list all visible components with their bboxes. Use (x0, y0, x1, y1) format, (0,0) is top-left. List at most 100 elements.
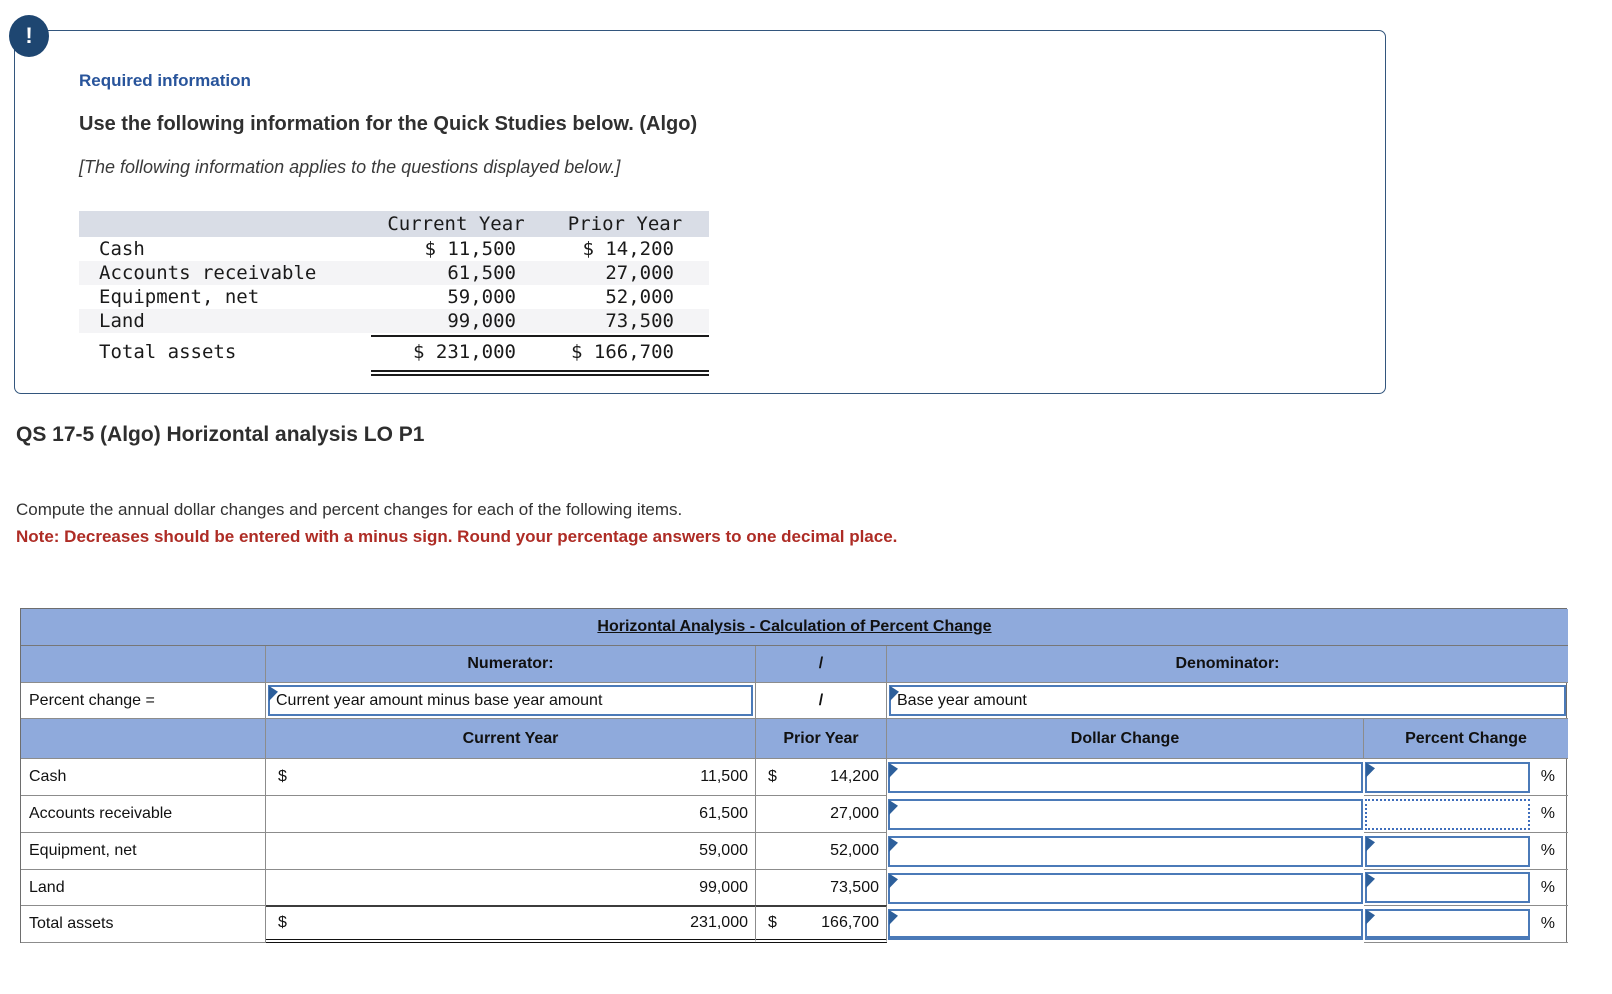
ar-current-value: 61,500 (699, 805, 748, 822)
fin-current-value: 61,500 (447, 262, 516, 284)
equipment-current-value: 59,000 (699, 842, 748, 859)
row-label-cash: Cash (21, 759, 266, 796)
ar-dollar-change-input[interactable] (888, 799, 1363, 830)
ar-prior-value: 27,000 (830, 805, 879, 822)
equipment-percent-change-input[interactable] (1365, 835, 1530, 867)
fin-current-value: $ 231,000 (413, 341, 516, 363)
cash-percent-change-cell: % (1364, 759, 1568, 796)
fin-table-header-row: Current Year Prior Year (79, 211, 709, 237)
equipment-percent-change-cell: % (1364, 833, 1568, 870)
fin-current-value: $ 11,500 (424, 238, 516, 260)
cash-current-cell: $11,500 (266, 759, 756, 796)
cell-marker-icon (1366, 762, 1375, 778)
fin-row-cash: Cash $ 11,500 $ 14,200 (79, 237, 709, 261)
ar-prior-cell: 27,000 (756, 796, 887, 833)
land-percent-change-input[interactable] (1365, 872, 1530, 903)
equipment-current-cell: 59,000 (266, 833, 756, 870)
numerator-header: Numerator: (266, 646, 756, 683)
cell-marker-icon (889, 763, 898, 778)
fin-row-land: Land 99,000 73,500 (79, 309, 709, 333)
equipment-prior-cell: 52,000 (756, 833, 887, 870)
ar-percent-change-input[interactable] (1365, 798, 1530, 830)
equipment-dollar-change-input[interactable] (888, 836, 1363, 867)
cell-marker-icon (889, 837, 898, 852)
fin-header-current-year: Current Year (387, 213, 525, 235)
equipment-prior-value: 52,000 (830, 842, 879, 859)
percent-sign: % (1540, 805, 1555, 822)
cash-dollar-change-cell (887, 759, 1364, 796)
fin-row-label: Cash (99, 238, 145, 260)
cell-marker-icon (889, 800, 898, 815)
total-prior-value: 166,700 (821, 913, 879, 931)
land-percent-change-cell: % (1364, 870, 1568, 906)
cash-dollar-change-input[interactable] (888, 762, 1363, 793)
col-header-prior-year: Prior Year (756, 719, 887, 759)
fin-current-value: 99,000 (447, 310, 516, 332)
required-information-label: Required information (79, 71, 251, 90)
formula-header-empty-cell (21, 646, 266, 683)
cash-current-value: 11,500 (700, 768, 748, 785)
fin-prior-value: 27,000 (605, 262, 674, 284)
cell-marker-icon (1366, 873, 1375, 888)
question-heading: QS 17-5 (Algo) Horizontal analysis LO P1 (16, 423, 425, 446)
total-current-cell: $231,000 (266, 904, 756, 943)
currency-symbol: $ (768, 768, 777, 785)
fin-row-label: Equipment, net (99, 286, 260, 308)
denominator-input-value: Base year amount (897, 691, 1027, 709)
currency-symbol: $ (278, 913, 287, 931)
fin-total-double-rule (371, 370, 709, 376)
land-prior-cell: 73,500 (756, 870, 887, 906)
alert-icon-glyph: ! (25, 23, 33, 48)
land-current-cell: 99,000 (266, 870, 756, 906)
alert-icon: ! (9, 15, 49, 57)
numerator-input-value: Current year amount minus base year amou… (276, 691, 603, 709)
worksheet-title-row: Horizontal Analysis - Calculation of Per… (21, 609, 1568, 646)
land-current-value: 99,000 (699, 878, 748, 896)
col-header-dollar-change: Dollar Change (887, 719, 1364, 759)
cash-percent-change-input[interactable] (1365, 761, 1530, 793)
cell-marker-icon (889, 910, 898, 925)
denominator-header: Denominator: (887, 646, 1568, 683)
required-info-card: ! Required information Use the following… (9, 15, 1386, 394)
fin-row-accounts-receivable: Accounts receivable 61,500 27,000 (79, 261, 709, 285)
fin-header-prior-year: Prior Year (567, 213, 683, 235)
percent-sign: % (1540, 768, 1555, 785)
fin-row-total-assets: Total assets $ 231,000 $ 166,700 (79, 337, 709, 367)
land-dollar-change-cell (887, 870, 1364, 906)
ar-current-cell: 61,500 (266, 796, 756, 833)
info-card-subtitle: [The following information applies to th… (79, 157, 621, 177)
cash-prior-value: 14,200 (830, 768, 879, 785)
total-percent-change-input[interactable] (1365, 908, 1530, 940)
percent-sign: % (1540, 842, 1555, 859)
fin-row-label: Accounts receivable (99, 262, 317, 284)
col-header-empty-cell (21, 719, 266, 759)
percent-change-label: Percent change = (21, 683, 266, 719)
denominator-input[interactable]: Base year amount (889, 685, 1566, 716)
fin-prior-value: $ 166,700 (571, 341, 674, 363)
fin-prior-value: $ 14,200 (582, 238, 674, 260)
worksheet-title: Horizontal Analysis - Calculation of Per… (597, 618, 992, 635)
cell-marker-icon (1366, 909, 1375, 925)
formula-row-slash: / (756, 683, 887, 719)
total-percent-change-cell: % (1364, 906, 1568, 943)
currency-symbol: $ (768, 913, 777, 931)
fin-prior-value: 73,500 (605, 310, 674, 332)
fin-prior-value: 52,000 (605, 286, 674, 308)
total-dollar-change-input[interactable] (888, 909, 1363, 940)
question-note: Note: Decreases should be entered with a… (16, 527, 898, 546)
numerator-input[interactable]: Current year amount minus base year amou… (268, 685, 753, 716)
cell-marker-icon (889, 873, 898, 889)
info-card-title: Use the following information for the Qu… (79, 113, 698, 135)
fin-current-value: 59,000 (447, 286, 516, 308)
numerator-cell: Current year amount minus base year amou… (266, 683, 756, 719)
equipment-dollar-change-cell (887, 833, 1364, 870)
land-dollar-change-input[interactable] (888, 872, 1363, 904)
ar-dollar-change-cell (887, 796, 1364, 833)
ar-percent-change-cell: % (1364, 796, 1568, 833)
denominator-cell: Base year amount (887, 683, 1568, 719)
row-label-equipment-net: Equipment, net (21, 833, 266, 870)
currency-symbol: $ (278, 768, 287, 785)
land-prior-value: 73,500 (830, 878, 879, 896)
col-header-percent-change: Percent Change (1364, 719, 1568, 759)
fin-row-equipment-net: Equipment, net 59,000 52,000 (79, 285, 709, 309)
